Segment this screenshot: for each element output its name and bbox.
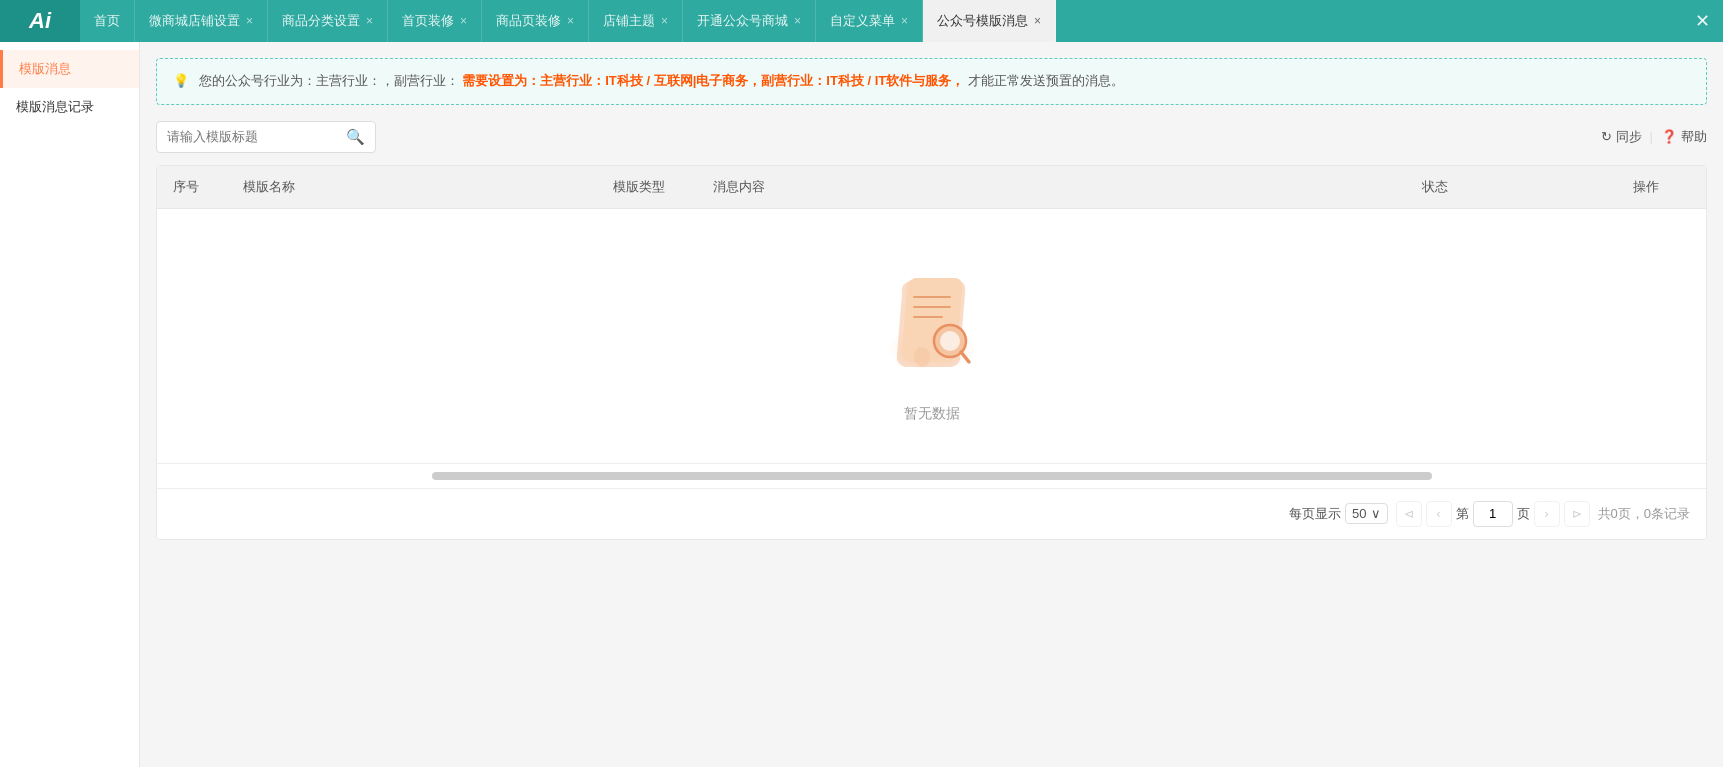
divider: |	[1650, 129, 1653, 144]
page-size-dropdown[interactable]: 50 ∨	[1345, 503, 1387, 524]
tab-category[interactable]: 商品分类设置 ×	[268, 0, 388, 42]
tab-home-deco[interactable]: 首页装修 ×	[388, 0, 482, 42]
tab-label-weshop: 微商城店铺设置	[149, 12, 240, 30]
help-icon: ❓	[1661, 129, 1677, 144]
tab-close-template-msg[interactable]: ×	[1034, 14, 1041, 28]
page-size-select: 每页显示 50 ∨	[1289, 503, 1387, 524]
page-size-label: 每页显示	[1289, 505, 1341, 523]
svg-point-5	[940, 331, 960, 351]
tab-label-menu: 自定义菜单	[830, 12, 895, 30]
search-bar: 🔍 ↻ 同步 | ❓ 帮助	[156, 121, 1707, 153]
tab-close-menu[interactable]: ×	[901, 14, 908, 28]
notice-suffix: 才能正常发送预置的消息。	[968, 73, 1124, 88]
empty-state: 暂无数据	[157, 209, 1706, 463]
sidebar-item-template-msg[interactable]: 模版消息	[0, 50, 139, 88]
col-header-status: 状态	[1406, 166, 1586, 208]
tab-close-product-deco[interactable]: ×	[567, 14, 574, 28]
tab-mall[interactable]: 开通公众号商城 ×	[683, 0, 816, 42]
tab-label-template-msg: 公众号模版消息	[937, 12, 1028, 30]
tab-label-category: 商品分类设置	[282, 12, 360, 30]
first-page-button[interactable]: ⊲	[1396, 501, 1422, 527]
tab-label-product-deco: 商品页装修	[496, 12, 561, 30]
search-input-wrap[interactable]: 🔍	[156, 121, 376, 153]
svg-point-7	[914, 347, 930, 367]
search-left: 🔍	[156, 121, 376, 153]
notice-box: 💡 您的公众号行业为：主营行业：，副营行业： 需要设置为：主营行业：IT科技 /…	[156, 58, 1707, 105]
tab-theme[interactable]: 店铺主题 ×	[589, 0, 683, 42]
chevron-down-icon: ∨	[1371, 506, 1381, 521]
sidebar-item-template-log[interactable]: 模版消息记录	[0, 88, 139, 126]
sync-label: 同步	[1616, 128, 1642, 146]
table-header: 序号 模版名称 模版类型 消息内容 状态 操作	[157, 166, 1706, 209]
tab-close-mall[interactable]: ×	[794, 14, 801, 28]
tab-close-category[interactable]: ×	[366, 14, 373, 28]
total-info: 共0页，0条记录	[1598, 505, 1690, 523]
col-header-type: 模版类型	[597, 166, 697, 208]
tab-template-msg[interactable]: 公众号模版消息 ×	[923, 0, 1056, 42]
tab-label-home-deco: 首页装修	[402, 12, 454, 30]
tab-close-theme[interactable]: ×	[661, 14, 668, 28]
tab-home[interactable]: 首页	[80, 0, 135, 42]
sync-button[interactable]: ↻ 同步	[1601, 128, 1642, 146]
top-nav: Ai 首页微商城店铺设置×商品分类设置×首页装修×商品页装修×店铺主题×开通公众…	[0, 0, 1723, 42]
tab-weshop[interactable]: 微商城店铺设置 ×	[135, 0, 268, 42]
content-area: 💡 您的公众号行业为：主营行业：，副营行业： 需要设置为：主营行业：IT科技 /…	[140, 42, 1723, 767]
prev-page-button[interactable]: ‹	[1426, 501, 1452, 527]
col-header-seq: 序号	[157, 166, 227, 208]
help-label: 帮助	[1681, 128, 1707, 146]
col-header-content: 消息内容	[697, 166, 1406, 208]
tab-product-deco[interactable]: 商品页装修 ×	[482, 0, 589, 42]
page-suffix: 页	[1517, 505, 1530, 523]
page-input-wrap: 第 页	[1456, 501, 1530, 527]
help-button[interactable]: ❓ 帮助	[1661, 128, 1707, 146]
tab-label-home: 首页	[94, 12, 120, 30]
last-page-button[interactable]: ⊳	[1564, 501, 1590, 527]
tab-close-home-deco[interactable]: ×	[460, 14, 467, 28]
notice-highlight: 需要设置为：主营行业：IT科技 / 互联网|电子商务，副营行业：IT科技 / I…	[462, 73, 964, 88]
scroll-bar-area[interactable]	[157, 463, 1706, 488]
page-size-value: 50	[1352, 506, 1366, 521]
tab-label-theme: 店铺主题	[603, 12, 655, 30]
col-header-name: 模版名称	[227, 166, 597, 208]
page-prefix: 第	[1456, 505, 1469, 523]
search-input[interactable]	[167, 129, 346, 144]
empty-text: 暂无数据	[904, 405, 960, 423]
main-layout: 模版消息模版消息记录 💡 您的公众号行业为：主营行业：，副营行业： 需要设置为：…	[0, 42, 1723, 767]
tab-menu[interactable]: 自定义菜单 ×	[816, 0, 923, 42]
pagination: 每页显示 50 ∨ ⊲ ‹ 第 页 › ⊳	[157, 488, 1706, 539]
tab-label-mall: 开通公众号商城	[697, 12, 788, 30]
search-right: ↻ 同步 | ❓ 帮助	[1601, 128, 1707, 146]
page-number-input[interactable]	[1473, 501, 1513, 527]
notice-prefix: 您的公众号行业为：主营行业：，副营行业：	[199, 73, 459, 88]
close-all-button[interactable]: ✕	[1681, 0, 1723, 42]
refresh-icon: ↻	[1601, 129, 1612, 144]
page-nav: ⊲ ‹ 第 页 › ⊳	[1396, 501, 1590, 527]
col-header-action: 操作	[1586, 166, 1706, 208]
search-icon[interactable]: 🔍	[346, 128, 365, 146]
sidebar: 模版消息模版消息记录	[0, 42, 140, 767]
empty-illustration	[872, 269, 992, 389]
tab-list: 首页微商城店铺设置×商品分类设置×首页装修×商品页装修×店铺主题×开通公众号商城…	[80, 0, 1681, 42]
next-page-button[interactable]: ›	[1534, 501, 1560, 527]
horizontal-scrollbar[interactable]	[432, 472, 1432, 480]
lightbulb-icon: 💡	[173, 73, 189, 88]
table-wrap: 序号 模版名称 模版类型 消息内容 状态 操作	[156, 165, 1707, 540]
tab-close-weshop[interactable]: ×	[246, 14, 253, 28]
logo: Ai	[0, 0, 80, 42]
logo-text: Ai	[29, 8, 51, 34]
